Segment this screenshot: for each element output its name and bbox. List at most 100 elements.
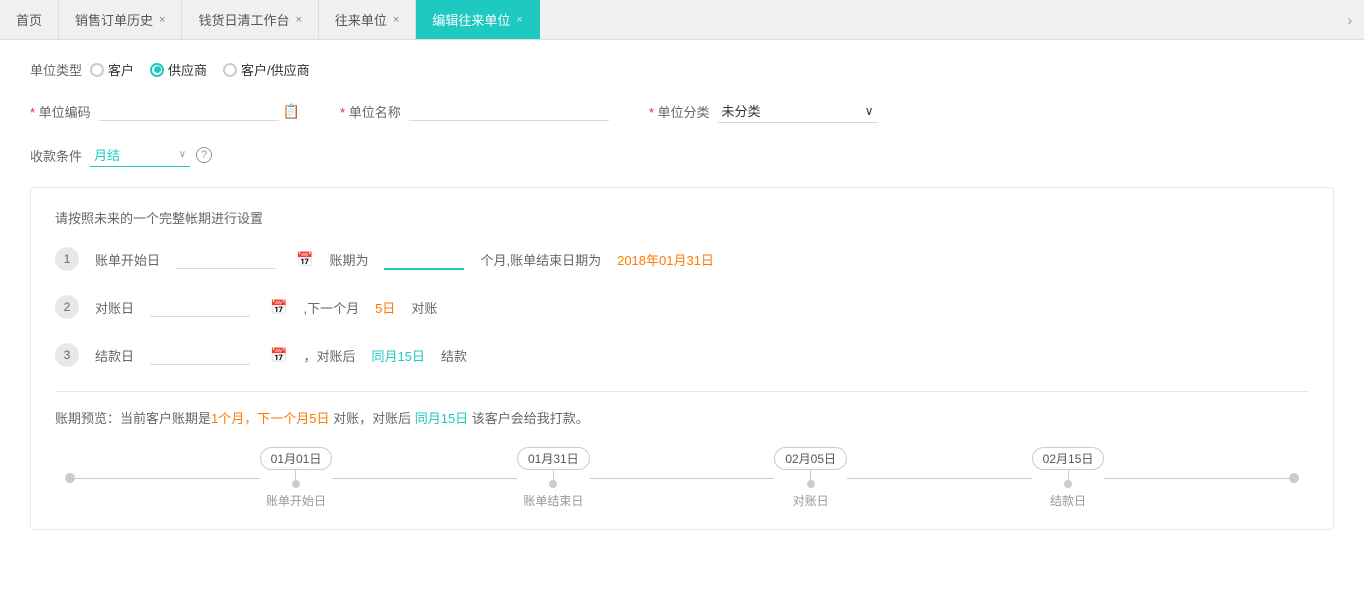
step-1-num: 1 bbox=[55, 247, 79, 271]
preview-middle2: 对账，对账后 bbox=[329, 411, 414, 426]
timeline-node-4-dot bbox=[1064, 480, 1072, 488]
timeline-node-4: 02月15日 结款日 bbox=[1032, 447, 1105, 509]
timeline-node-2-badge: 01月31日 bbox=[517, 447, 590, 470]
tab-partner-label: 往来单位 bbox=[335, 10, 387, 29]
timeline-seg-1 bbox=[332, 478, 517, 479]
tabs-bar: 首页 销售订单历史 × 钱货日清工作台 × 往来单位 × 编辑往来单位 × › bbox=[0, 0, 1364, 40]
radio-supplier-label: 供应商 bbox=[168, 60, 207, 79]
timeline-node-2-line bbox=[553, 470, 554, 480]
step-1-suffix-before: 账期为 bbox=[329, 250, 368, 269]
timeline-node-1-line bbox=[295, 470, 296, 480]
settings-panel: 请按照未来的一个完整帐期进行设置 1 账单开始日 2018-01-01 📅 账期… bbox=[30, 187, 1334, 530]
unit-code-input[interactable]: 000001 bbox=[99, 101, 279, 121]
tab-home[interactable]: 首页 bbox=[0, 0, 59, 39]
payment-terms-value: 月结 bbox=[94, 145, 173, 164]
tab-order-history-close[interactable]: × bbox=[159, 14, 165, 26]
unit-type-label: 单位类型 bbox=[30, 60, 82, 79]
timeline-node-4-badge: 02月15日 bbox=[1032, 447, 1105, 470]
tab-partner-close[interactable]: × bbox=[393, 14, 399, 26]
unit-category-arrow-icon: ∨ bbox=[865, 104, 874, 118]
timeline-node-1-dot bbox=[292, 480, 300, 488]
timeline-node-1: 01月01日 账单开始日 bbox=[260, 447, 333, 509]
timeline-left-dot bbox=[65, 473, 75, 483]
radio-customer-circle bbox=[90, 63, 104, 77]
unit-name-label: 单位名称 bbox=[340, 102, 401, 121]
timeline-node-3-line bbox=[810, 470, 811, 480]
unit-category-field: 单位分类 未分类 ∨ bbox=[649, 99, 878, 123]
tab-edit-partner[interactable]: 编辑往来单位 × bbox=[416, 0, 539, 39]
tab-home-label: 首页 bbox=[16, 10, 42, 29]
timeline-seg-4 bbox=[1104, 478, 1289, 479]
radio-both[interactable]: 客户/供应商 bbox=[223, 60, 310, 79]
tab-cashflow-label: 钱货日清工作台 bbox=[198, 10, 289, 29]
unit-code-field: 单位编码 000001 📋 bbox=[30, 101, 300, 121]
tab-cashflow[interactable]: 钱货日清工作台 × bbox=[182, 0, 318, 39]
step-1-label: 账单开始日 bbox=[95, 250, 160, 269]
tabs-scroll-arrow[interactable]: › bbox=[1335, 12, 1364, 28]
step-3-row: 3 结款日 2018-02-15 📅 ，对账后 同月15日 结款 bbox=[55, 343, 1309, 367]
timeline-node-2-dot bbox=[549, 480, 557, 488]
main-content: 单位类型 客户 供应商 客户/供应商 单位编码 000001 bbox=[0, 40, 1364, 608]
tab-cashflow-close[interactable]: × bbox=[295, 14, 301, 26]
preview-middle: 下一个月5日 bbox=[257, 411, 329, 426]
tab-partner[interactable]: 往来单位 × bbox=[319, 0, 416, 39]
payment-terms-row: 收款条件 月结 ∨ ? bbox=[30, 143, 1334, 167]
timeline-node-4-label: 结款日 bbox=[1050, 492, 1086, 509]
step-1-calendar-icon[interactable]: 📅 bbox=[296, 251, 313, 268]
radio-customer[interactable]: 客户 bbox=[90, 60, 134, 79]
period-months-input[interactable]: 1 bbox=[384, 249, 464, 270]
unit-info-row: 单位编码 000001 📋 单位名称 河南供应商22 单位分类 未分类 ∨ bbox=[30, 99, 1334, 123]
radio-both-label: 客户/供应商 bbox=[241, 60, 310, 79]
unit-type-row: 单位类型 客户 供应商 客户/供应商 bbox=[30, 60, 1334, 79]
step-3-calendar-icon[interactable]: 📅 bbox=[270, 347, 287, 364]
timeline-node-4-line bbox=[1068, 470, 1069, 480]
timeline-node-3: 02月05日 对账日 bbox=[774, 447, 847, 509]
timeline-right-dot bbox=[1289, 473, 1299, 483]
step-1-row: 1 账单开始日 2018-01-01 📅 账期为 1 个月,账单结束日期为 20… bbox=[55, 247, 1309, 271]
step-1-end-date: 2018年01月31日 bbox=[617, 250, 714, 269]
tab-order-history[interactable]: 销售订单历史 × bbox=[59, 0, 182, 39]
step-2-calendar-icon[interactable]: 📅 bbox=[270, 299, 287, 316]
unit-category-dropdown[interactable]: 未分类 ∨ bbox=[718, 99, 878, 123]
unit-name-input[interactable]: 河南供应商22 bbox=[409, 101, 609, 121]
step-3-suffix: 结款 bbox=[441, 346, 467, 365]
preview-text: 账期预览：当前客户账期是1个月，下一个月5日 对账，对账后 同月15日 该客户会… bbox=[55, 408, 1309, 427]
timeline-seg-3 bbox=[847, 478, 1032, 479]
timeline-node-2-label: 账单结束日 bbox=[523, 492, 583, 509]
radio-both-circle bbox=[223, 63, 237, 77]
step-2-date-input[interactable]: 2018-02-05 bbox=[150, 297, 250, 317]
unit-code-copy-icon[interactable]: 📋 bbox=[283, 103, 300, 120]
unit-name-field: 单位名称 河南供应商22 bbox=[340, 101, 609, 121]
preview-end-highlight: 同月15日 bbox=[415, 411, 468, 426]
unit-code-label: 单位编码 bbox=[30, 102, 91, 121]
payment-terms-dropdown[interactable]: 月结 ∨ bbox=[90, 143, 190, 167]
timeline-seg-0 bbox=[75, 478, 260, 479]
step-2-label: 对账日 bbox=[95, 298, 134, 317]
step-3-label: 结款日 bbox=[95, 346, 134, 365]
tab-order-history-label: 销售订单历史 bbox=[75, 10, 153, 29]
radio-customer-label: 客户 bbox=[108, 60, 134, 79]
step-3-prefix: ，对账后 bbox=[303, 346, 355, 365]
unit-type-radio-group: 客户 供应商 客户/供应商 bbox=[90, 60, 310, 79]
panel-description: 请按照未来的一个完整帐期进行设置 bbox=[55, 208, 1309, 227]
unit-category-label: 单位分类 bbox=[649, 102, 710, 121]
radio-supplier-circle bbox=[150, 63, 164, 77]
timeline-node-1-badge: 01月01日 bbox=[260, 447, 333, 470]
timeline-node-1-label: 账单开始日 bbox=[266, 492, 326, 509]
tab-edit-partner-close[interactable]: × bbox=[516, 14, 522, 26]
step-3-highlight: 同月15日 bbox=[371, 346, 424, 365]
step-2-row: 2 对账日 2018-02-05 📅 ,下一个月5日 对账 bbox=[55, 295, 1309, 319]
timeline-seg-2 bbox=[590, 478, 775, 479]
timeline: 01月01日 账单开始日 01月31日 账单结束日 02月05日 bbox=[55, 447, 1309, 509]
step-3-num: 3 bbox=[55, 343, 79, 367]
timeline-node-3-badge: 02月05日 bbox=[774, 447, 847, 470]
preview-period: 1个月， bbox=[211, 411, 257, 426]
payment-terms-label: 收款条件 bbox=[30, 146, 82, 165]
payment-terms-field: 收款条件 月结 ∨ ? bbox=[30, 143, 212, 167]
tab-edit-partner-label: 编辑往来单位 bbox=[432, 10, 510, 29]
step-2-num: 2 bbox=[55, 295, 79, 319]
payment-terms-help-icon[interactable]: ? bbox=[196, 147, 212, 163]
step-1-date-input[interactable]: 2018-01-01 bbox=[176, 249, 276, 269]
radio-supplier[interactable]: 供应商 bbox=[150, 60, 207, 79]
step-3-date-input[interactable]: 2018-02-15 bbox=[150, 345, 250, 365]
